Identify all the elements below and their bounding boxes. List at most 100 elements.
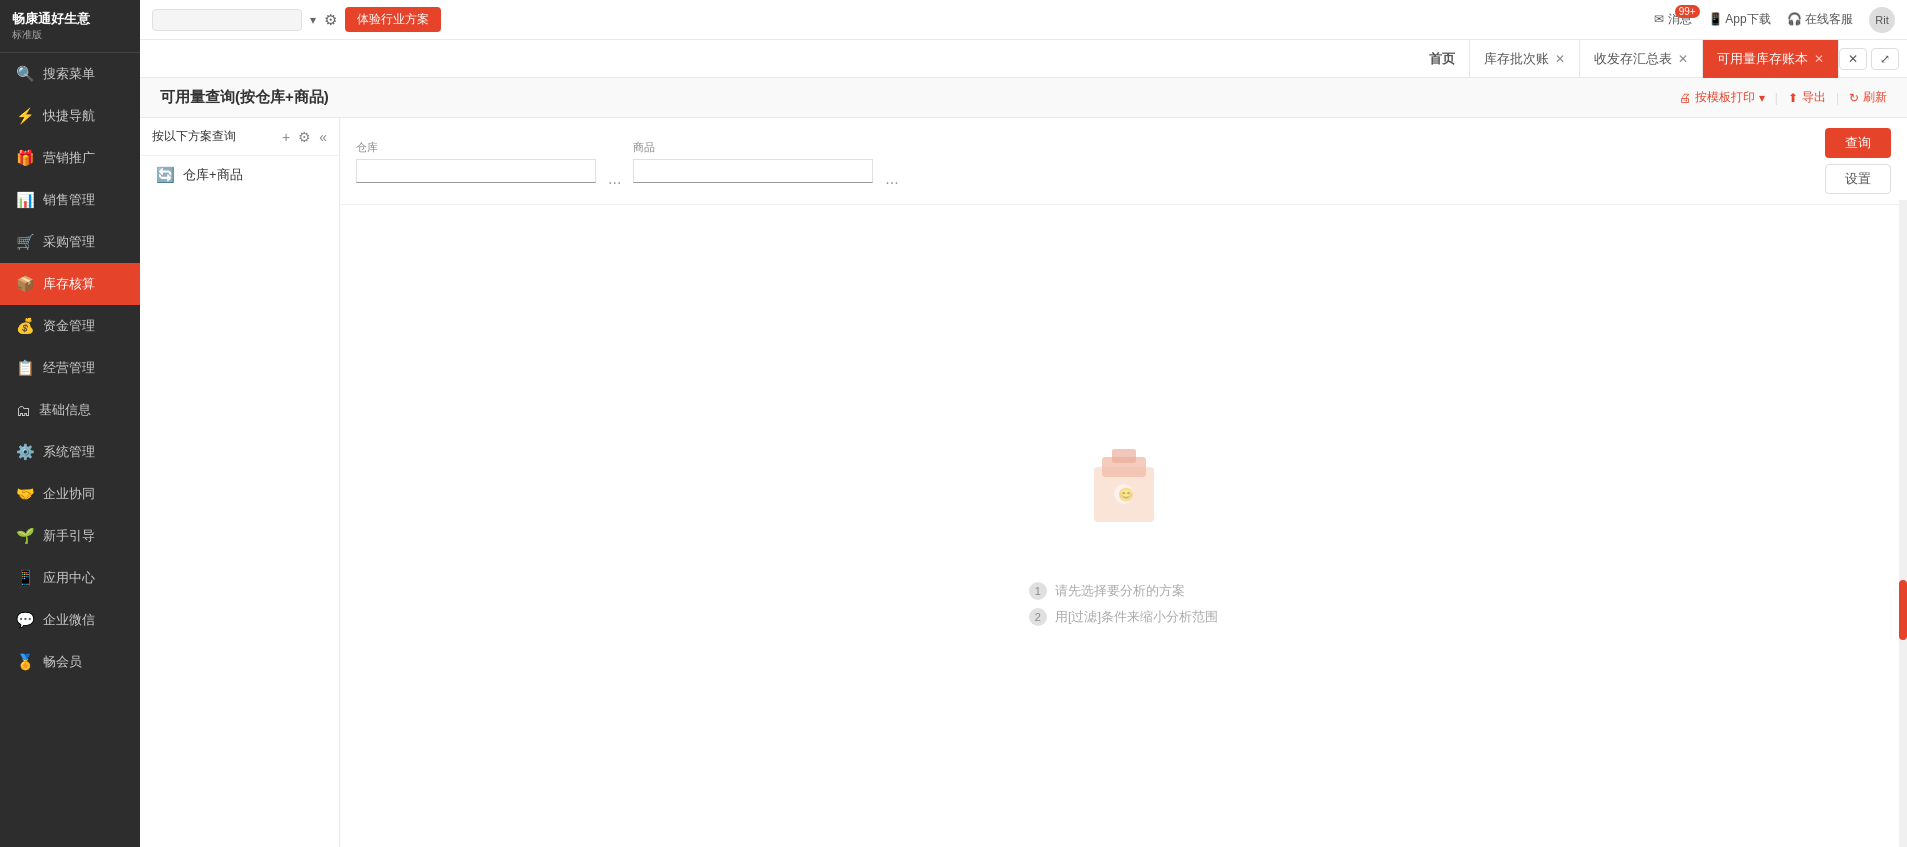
sidebar-item-marketing[interactable]: 🎁营销推广 [0, 137, 140, 179]
settings-scheme-button[interactable]: ⚙ [298, 129, 311, 145]
username-label: Rit [1869, 7, 1895, 33]
app-download-button[interactable]: 📱 App下载 [1708, 11, 1771, 28]
tab-receive-summary[interactable]: 收发存汇总表 ✕ [1580, 40, 1703, 78]
topbar-right: ✉ 消息 99+ 📱 App下载 🎧 在线客服 Rit [1654, 7, 1895, 33]
goods-field: 商品 [633, 140, 873, 183]
sidebar-item-app-center[interactable]: 📱应用中心 [0, 557, 140, 599]
print-label: 按模板打印 [1695, 89, 1755, 106]
sidebar-label-member: 畅会员 [43, 653, 82, 671]
right-scrollbar [1899, 200, 1907, 847]
add-scheme-button[interactable]: + [282, 129, 290, 145]
sidebar-logo: 畅康通好生意 标准版 [0, 0, 140, 53]
export-button[interactable]: ⬆ 导出 [1788, 89, 1826, 106]
sidebar-label-enterprise: 企业协同 [43, 485, 95, 503]
trial-button[interactable]: 体验行业方案 [345, 7, 441, 32]
empty-state: 😊 1 请先选择要分析的方案 2 用[过滤]条件来缩小分析范围 [340, 205, 1907, 847]
weixin-icon: 💬 [16, 611, 35, 629]
close-tab-button[interactable]: ✕ [1839, 48, 1867, 70]
message-icon: ✉ [1654, 12, 1664, 26]
sales-icon: 📊 [16, 191, 35, 209]
filter-bar: 仓库 ··· 商品 ··· 查询 设置 [340, 118, 1907, 205]
enterprise-icon: 🤝 [16, 485, 35, 503]
expand-button[interactable]: ⤢ [1871, 48, 1899, 70]
left-panel-header: 按以下方案查询 + ⚙ « [140, 118, 339, 156]
topbar: ▾ ⚙ 体验行业方案 ✉ 消息 99+ 📱 App下载 🎧 在线客服 Rit [140, 0, 1907, 40]
sidebar-item-newbie[interactable]: 🌱新手引导 [0, 515, 140, 557]
goods-input[interactable] [633, 159, 873, 183]
capital-icon: 💰 [16, 317, 35, 335]
print-dropdown-icon[interactable]: ▾ [1759, 91, 1765, 105]
tab-close-batch-account[interactable]: ✕ [1555, 52, 1565, 66]
settings-button[interactable]: 设置 [1825, 164, 1891, 194]
tab-close-receive-summary[interactable]: ✕ [1678, 52, 1688, 66]
search-icon: 🔍 [16, 65, 35, 83]
sidebar-item-purchase[interactable]: 🛒采购管理 [0, 221, 140, 263]
tab-batch-account[interactable]: 库存批次账 ✕ [1470, 40, 1580, 78]
tabs-right-actions: ✕ ⤢ [1839, 48, 1907, 70]
message-button[interactable]: ✉ 消息 99+ [1654, 11, 1691, 28]
purchase-icon: 🛒 [16, 233, 35, 251]
sidebar-label-search: 搜索菜单 [43, 65, 95, 83]
basic-info-icon: 🗂 [16, 402, 31, 419]
scheme-icon: 🔄 [156, 166, 175, 184]
sidebar-label-basic-info: 基础信息 [39, 401, 91, 419]
warehouse-label: 仓库 [356, 140, 596, 155]
collapse-panel-button[interactable]: « [319, 129, 327, 145]
sidebar-item-sales[interactable]: 📊销售管理 [0, 179, 140, 221]
scheme-item[interactable]: 🔄 仓库+商品 [140, 156, 339, 194]
sidebar-item-quick-nav[interactable]: ⚡快捷导航 [0, 95, 140, 137]
sidebar-item-basic-info[interactable]: 🗂 基础信息 [0, 389, 140, 431]
sidebar-item-weixin[interactable]: 💬 企业微信 [0, 599, 140, 641]
tab-home[interactable]: 首页 [1415, 40, 1470, 78]
tab-label-batch-account: 库存批次账 [1484, 50, 1549, 68]
warehouse-more-button[interactable]: ··· [608, 174, 621, 192]
sidebar-label-weixin: 企业微信 [43, 611, 95, 629]
refresh-label: 刷新 [1863, 89, 1887, 106]
goods-more-button[interactable]: ··· [885, 174, 898, 192]
sidebar-label-newbie: 新手引导 [43, 527, 95, 545]
scrollbar-thumb[interactable] [1899, 580, 1907, 640]
empty-tip-1: 1 请先选择要分析的方案 [1029, 582, 1218, 600]
sidebar-label-inventory: 库存核算 [43, 275, 95, 293]
refresh-button[interactable]: ↻ 刷新 [1849, 89, 1887, 106]
left-panel: 按以下方案查询 + ⚙ « 🔄 仓库+商品 [140, 118, 340, 847]
system-icon: ⚙️ [16, 443, 35, 461]
print-button[interactable]: 🖨 按模板打印 ▾ [1679, 89, 1765, 106]
page-header-actions: 🖨 按模板打印 ▾ | ⬆ 导出 | ↻ 刷新 [1679, 89, 1887, 106]
svg-text:😊: 😊 [1118, 486, 1135, 503]
tab-label-available-ledger: 可用量库存账本 [1717, 50, 1808, 68]
tab-close-available-ledger[interactable]: ✕ [1814, 52, 1824, 66]
sidebar-label-quick-nav: 快捷导航 [43, 107, 95, 125]
sidebar-item-inventory[interactable]: 📦 库存核算 [0, 263, 140, 305]
sidebar-item-system[interactable]: ⚙️系统管理 [0, 431, 140, 473]
avatar[interactable]: Rit [1869, 7, 1895, 33]
empty-illustration: 😊 [1064, 427, 1184, 566]
goods-label: 商品 [633, 140, 873, 155]
search-input[interactable] [152, 9, 302, 31]
sidebar-item-member[interactable]: 🏅畅会员 [0, 641, 140, 683]
phone-icon: 📱 [1708, 12, 1723, 26]
sidebar-label-app-center: 应用中心 [43, 569, 95, 587]
query-button[interactable]: 查询 [1825, 128, 1891, 158]
gear-icon[interactable]: ⚙ [324, 11, 337, 29]
dropdown-arrow[interactable]: ▾ [310, 13, 316, 27]
sidebar-item-enterprise[interactable]: 🤝 企业协同 [0, 473, 140, 515]
operation-icon: 📋 [16, 359, 35, 377]
inventory-icon: 📦 [16, 275, 35, 293]
tab-label-receive-summary: 收发存汇总表 [1594, 50, 1672, 68]
sidebar-item-capital[interactable]: 💰资金管理 [0, 305, 140, 347]
logo-sub: 标准版 [12, 28, 128, 42]
service-button[interactable]: 🎧 在线客服 [1787, 11, 1853, 28]
refresh-icon: ↻ [1849, 91, 1859, 105]
app-download-label: App下载 [1725, 12, 1770, 26]
tip2-text: 用[过滤]条件来缩小分析范围 [1055, 608, 1218, 626]
warehouse-input[interactable] [356, 159, 596, 183]
sidebar-item-search[interactable]: 🔍 搜索菜单 [0, 53, 140, 95]
sidebar-item-operation[interactable]: 📋经营管理 [0, 347, 140, 389]
page-header: 可用量查询(按仓库+商品) 🖨 按模板打印 ▾ | ⬆ 导出 | ↻ 刷新 [140, 78, 1907, 118]
headset-icon: 🎧 [1787, 12, 1802, 26]
tab-available-ledger[interactable]: 可用量库存账本 ✕ [1703, 40, 1839, 78]
right-panel: 仓库 ··· 商品 ··· 查询 设置 [340, 118, 1907, 847]
content-area: 按以下方案查询 + ⚙ « 🔄 仓库+商品 仓库 ··· 商品 [140, 118, 1907, 847]
export-icon: ⬆ [1788, 91, 1798, 105]
